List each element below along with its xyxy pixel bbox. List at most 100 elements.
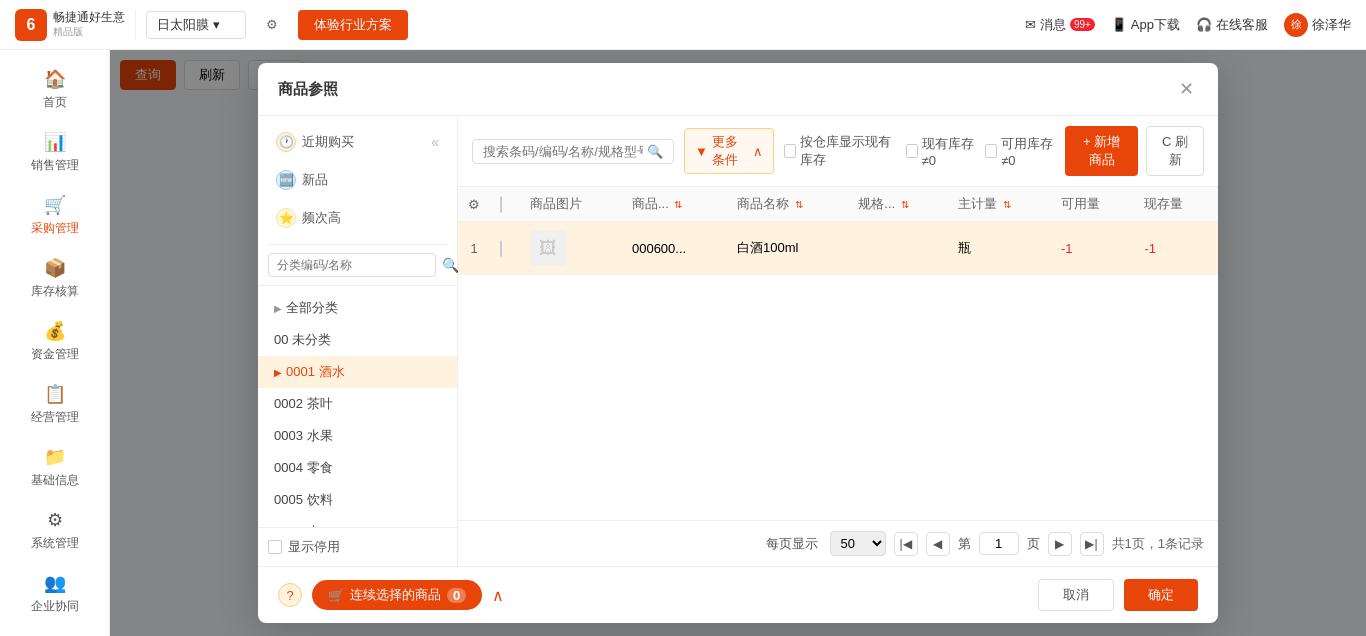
tree-item-water[interactable]: 0008 水	[258, 516, 457, 527]
col-img: 商品图片	[520, 187, 622, 222]
col-code-label: 商品...	[632, 196, 669, 211]
col-spec-label: 规格...	[858, 196, 895, 211]
show-disabled-checkbox[interactable]	[268, 540, 282, 554]
available-stock-checkbox[interactable]	[985, 144, 997, 158]
trial-button[interactable]: 体验行业方案	[298, 10, 408, 40]
row-checkbox[interactable]	[500, 240, 502, 257]
product-search-icon[interactable]: 🔍	[647, 144, 663, 159]
sidebar-label-corp: 企业协同	[31, 598, 79, 615]
tree-item-tea[interactable]: 0002 茶叶	[258, 388, 457, 420]
tree-label-tea: 0002 茶叶	[274, 395, 333, 413]
app-download-label: App下载	[1131, 16, 1180, 34]
user-menu[interactable]: 徐 徐泽华	[1284, 13, 1351, 37]
category-search-input[interactable]	[268, 253, 436, 277]
modal-overlay: 商品参照 ✕ 🕐 近期购买 « �	[110, 50, 1366, 636]
current-stock-label[interactable]: 现有库存≠0	[906, 135, 976, 168]
logo-sub: 精品版	[53, 25, 125, 39]
new-product-item[interactable]: 🆕 新品	[268, 164, 447, 196]
more-filter-button[interactable]: ▼ 更多条件 ∧	[684, 128, 774, 174]
sidebar-item-system[interactable]: ⚙ 系统管理	[0, 499, 109, 562]
modal-left-panel: 🕐 近期购买 « 🆕 新品 ⭐ 频次高	[258, 116, 458, 566]
tree-item-snack[interactable]: 0004 零食	[258, 452, 457, 484]
sidebar-item-inventory[interactable]: 📦 库存核算	[0, 247, 109, 310]
col-stock: 现存量	[1134, 187, 1218, 222]
message-label: 消息	[1040, 16, 1066, 34]
sidebar-item-basic[interactable]: 📁 基础信息	[0, 436, 109, 499]
user-name: 徐泽华	[1312, 16, 1351, 34]
sidebar-item-finance[interactable]: 💰 资金管理	[0, 310, 109, 373]
left-bottom: 显示停用	[258, 527, 457, 566]
refresh-button[interactable]: C 刷新	[1146, 126, 1204, 176]
last-page-btn[interactable]: ▶|	[1080, 532, 1104, 556]
available-stock-label[interactable]: 可用库存≠0	[985, 135, 1055, 168]
collapse-footer-icon[interactable]: ∧	[492, 586, 504, 605]
corp-icon: 👥	[44, 572, 66, 594]
footer-left: ? 🛒 连续选择的商品 0 ∧	[278, 580, 504, 610]
tree-label-all: 全部分类	[286, 299, 338, 317]
help-icon[interactable]: ?	[278, 583, 302, 607]
home-icon: 🏠	[44, 68, 66, 90]
tree-item-fruit[interactable]: 0003 水果	[258, 420, 457, 452]
unit-sort-icon: ⇅	[1003, 199, 1011, 210]
show-disabled-label[interactable]: 显示停用	[268, 538, 447, 556]
cancel-button[interactable]: 取消	[1038, 579, 1114, 611]
nav-dropdown[interactable]: 日太阳膜 ▾	[146, 11, 246, 39]
product-img-placeholder: 🖼	[539, 238, 557, 259]
current-stock-checkbox[interactable]	[906, 144, 918, 158]
tree-item-liquor[interactable]: ▶ 0001 酒水	[258, 356, 457, 388]
sales-icon: 📊	[44, 131, 66, 153]
select-all-checkbox[interactable]	[500, 196, 502, 213]
frequent-item[interactable]: ⭐ 频次高	[268, 202, 447, 234]
collapse-left-icon[interactable]: «	[431, 134, 439, 150]
table-row[interactable]: 1 🖼	[458, 222, 1218, 275]
name-sort-icon: ⇅	[795, 199, 803, 210]
cell-name: 白酒100ml	[727, 222, 848, 275]
warehouse-filter-label[interactable]: 按仓库显示现有库存	[784, 133, 895, 169]
col-spec: 规格... ⇅	[848, 187, 948, 222]
settings-icon[interactable]: ⚙	[256, 9, 288, 41]
app-download-btn[interactable]: 📱 App下载	[1111, 16, 1180, 34]
service-icon: 🎧	[1196, 17, 1212, 32]
sidebar-item-guide[interactable]: 🎯 新手引导	[0, 625, 109, 636]
modal-close-button[interactable]: ✕	[1174, 77, 1198, 101]
stock-value: -1	[1144, 241, 1156, 256]
add-product-button[interactable]: + 新增商品	[1065, 126, 1138, 176]
page-size-select[interactable]: 50 100 200	[830, 531, 886, 556]
sidebar-item-corp[interactable]: 👥 企业协同	[0, 562, 109, 625]
message-btn[interactable]: ✉ 消息 99+	[1025, 16, 1095, 34]
sidebar-item-sales[interactable]: 📊 销售管理	[0, 121, 109, 184]
page-size-label: 每页显示	[766, 535, 818, 553]
confirm-button[interactable]: 确定	[1124, 579, 1198, 611]
tree-item-unclassified[interactable]: 00 未分类	[258, 324, 457, 356]
show-disabled-text: 显示停用	[288, 538, 340, 556]
online-service-btn[interactable]: 🎧 在线客服	[1196, 16, 1268, 34]
col-name: 商品名称 ⇅	[727, 187, 848, 222]
modal-header: 商品参照 ✕	[258, 63, 1218, 116]
col-stock-label: 现存量	[1144, 196, 1183, 211]
prev-page-btn[interactable]: ◀	[926, 532, 950, 556]
recent-purchase-item[interactable]: 🕐 近期购买 «	[268, 126, 447, 158]
page-number-input[interactable]	[979, 532, 1019, 555]
table-scroll[interactable]: ⚙ 商品图片	[458, 187, 1218, 275]
purchase-icon: 🛒	[44, 194, 66, 216]
cart-button[interactable]: 🛒 连续选择的商品 0	[312, 580, 482, 610]
page-unit: 页	[1027, 535, 1040, 553]
table-area: ⚙ 商品图片	[458, 187, 1218, 520]
sidebar-item-operations[interactable]: 📋 经营管理	[0, 373, 109, 436]
tree-item-beverage[interactable]: 0005 饮料	[258, 484, 457, 516]
row-number: 1	[470, 241, 477, 256]
col-settings-icon[interactable]: ⚙	[468, 197, 480, 212]
col-img-label: 商品图片	[530, 196, 582, 211]
first-page-btn[interactable]: |◀	[894, 532, 918, 556]
product-search-input[interactable]	[483, 144, 643, 159]
tree-item-all[interactable]: ▶ 全部分类	[258, 292, 457, 324]
left-quick-nav: 🕐 近期购买 « 🆕 新品 ⭐ 频次高	[258, 116, 457, 244]
sidebar-item-purchase[interactable]: 🛒 采购管理	[0, 184, 109, 247]
category-search-icon[interactable]: 🔍	[442, 257, 459, 273]
filter-icon: ▼	[695, 144, 708, 159]
warehouse-checkbox[interactable]	[784, 144, 796, 158]
code-sort-icon: ⇅	[674, 199, 682, 210]
sidebar-item-home[interactable]: 🏠 首页	[0, 58, 109, 121]
next-page-btn[interactable]: ▶	[1048, 532, 1072, 556]
spec-sort-icon: ⇅	[901, 199, 909, 210]
